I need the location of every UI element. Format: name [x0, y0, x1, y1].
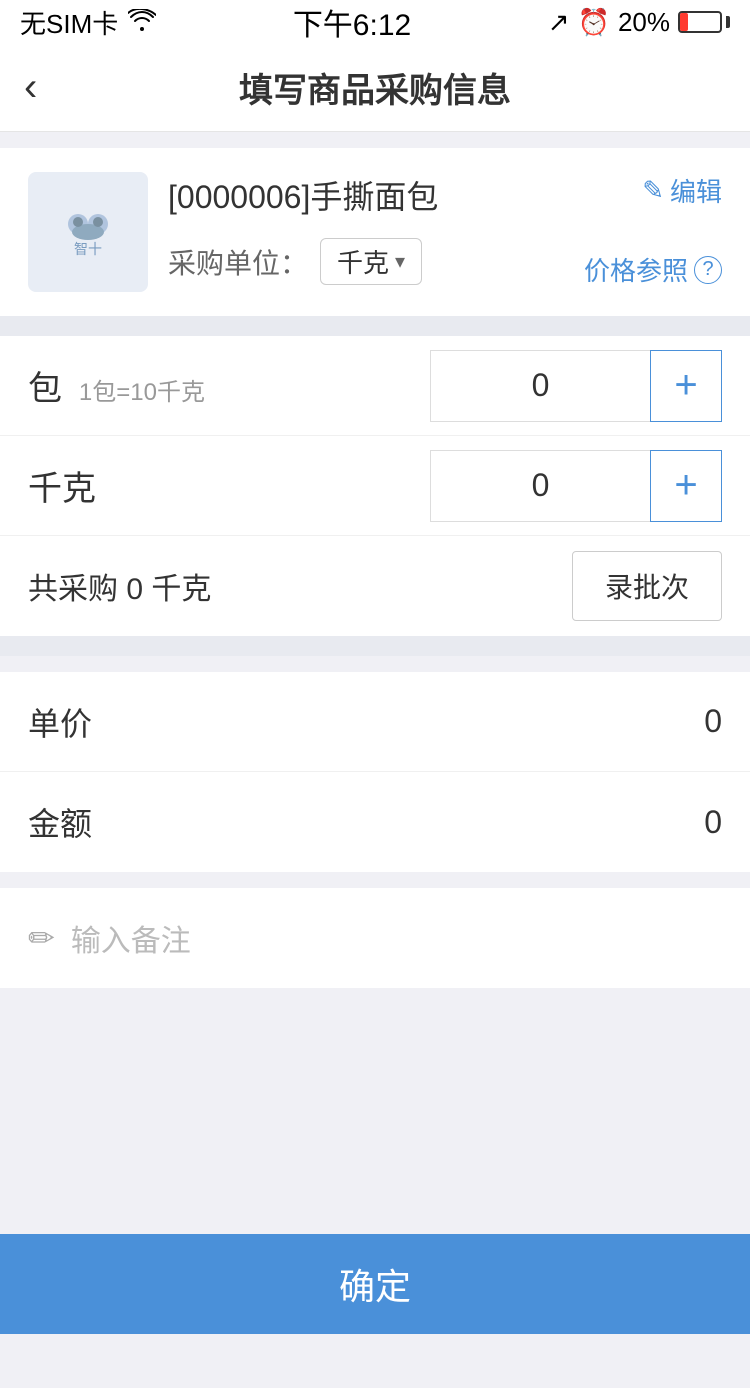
unit-price-row: 单价 0 — [0, 672, 750, 772]
battery-icon — [678, 11, 730, 33]
status-bar: 无SIM卡 下午6:12 ↗ ⏰ 20% — [0, 0, 750, 44]
back-icon: ‹ — [24, 65, 37, 110]
price-section: 单价 0 金额 0 — [0, 672, 750, 872]
package-sub-label: 1包=10千克 — [79, 379, 205, 406]
input-section: 包 1包=10千克 + 千克 + 共采购 0 千克 录批次 — [0, 336, 750, 636]
notes-placeholder: 输入备注 — [71, 916, 191, 960]
package-label: 包 — [28, 370, 62, 408]
unit-price-value: 0 — [704, 703, 722, 740]
kilogram-input-group: + — [430, 450, 722, 522]
product-card: 智十 [0000006]手撕面包 采购单位： 千克 ▾ ✎ 编辑 价格参照 ? — [0, 148, 750, 316]
price-ref-button[interactable]: 价格参照 ? — [584, 251, 722, 288]
wifi-icon — [128, 7, 156, 38]
confirm-label: 确定 — [339, 1258, 411, 1310]
pencil-icon: ✏ — [28, 919, 55, 957]
carrier-label: 无SIM卡 — [20, 4, 118, 41]
unit-select[interactable]: 千克 ▾ — [320, 238, 422, 285]
alarm-icon: ⏰ — [578, 7, 610, 38]
kilogram-label: 千克 — [28, 470, 96, 508]
product-image: 智十 — [28, 172, 148, 292]
kilogram-input[interactable] — [430, 450, 650, 522]
status-time: 下午6:12 — [293, 0, 411, 44]
unit-label: 采购单位： — [168, 242, 308, 282]
battery-percentage: 20% — [618, 7, 670, 38]
package-plus-icon: + — [674, 363, 697, 408]
kilogram-plus-button[interactable]: + — [650, 450, 722, 522]
package-label-group: 包 1包=10千克 — [28, 361, 430, 410]
edit-label: 编辑 — [670, 172, 722, 209]
back-button[interactable]: ‹ — [24, 65, 37, 110]
edit-button[interactable]: ✎ 编辑 — [642, 172, 722, 209]
unit-price-label: 单价 — [28, 699, 92, 745]
location-icon: ↗ — [548, 7, 570, 38]
summary-text: 共采购 0 千克 — [28, 564, 211, 608]
summary-row: 共采购 0 千克 录批次 — [0, 536, 750, 636]
record-btn-label: 录批次 — [605, 572, 689, 603]
nav-bar: ‹ 填写商品采购信息 — [0, 44, 750, 132]
edit-icon: ✎ — [642, 175, 664, 206]
kilogram-plus-icon: + — [674, 463, 697, 508]
package-plus-button[interactable]: + — [650, 350, 722, 422]
unit-value: 千克 — [337, 243, 389, 280]
amount-value: 0 — [704, 804, 722, 841]
amount-label: 金额 — [28, 799, 92, 845]
kilogram-label-group: 千克 — [28, 461, 430, 510]
page-title: 填写商品采购信息 — [239, 63, 511, 112]
package-input-group: + — [430, 350, 722, 422]
section-divider-2 — [0, 636, 750, 656]
status-left: 无SIM卡 — [20, 4, 156, 41]
status-right: ↗ ⏰ 20% — [548, 7, 730, 38]
package-input[interactable] — [430, 350, 650, 422]
amount-row: 金额 0 — [0, 772, 750, 872]
price-ref-label: 价格参照 — [584, 251, 688, 288]
help-icon: ? — [694, 256, 722, 284]
kilogram-input-row: 千克 + — [0, 436, 750, 536]
notes-section[interactable]: ✏ 输入备注 — [0, 888, 750, 988]
confirm-bar[interactable]: 确定 — [0, 1234, 750, 1334]
chevron-down-icon: ▾ — [395, 249, 405, 274]
product-name: [0000006]手撕面包 — [168, 172, 722, 218]
svg-text:智十: 智十 — [74, 241, 102, 257]
section-divider-1 — [0, 316, 750, 336]
record-batch-button[interactable]: 录批次 — [572, 551, 722, 621]
package-input-row: 包 1包=10千克 + — [0, 336, 750, 436]
